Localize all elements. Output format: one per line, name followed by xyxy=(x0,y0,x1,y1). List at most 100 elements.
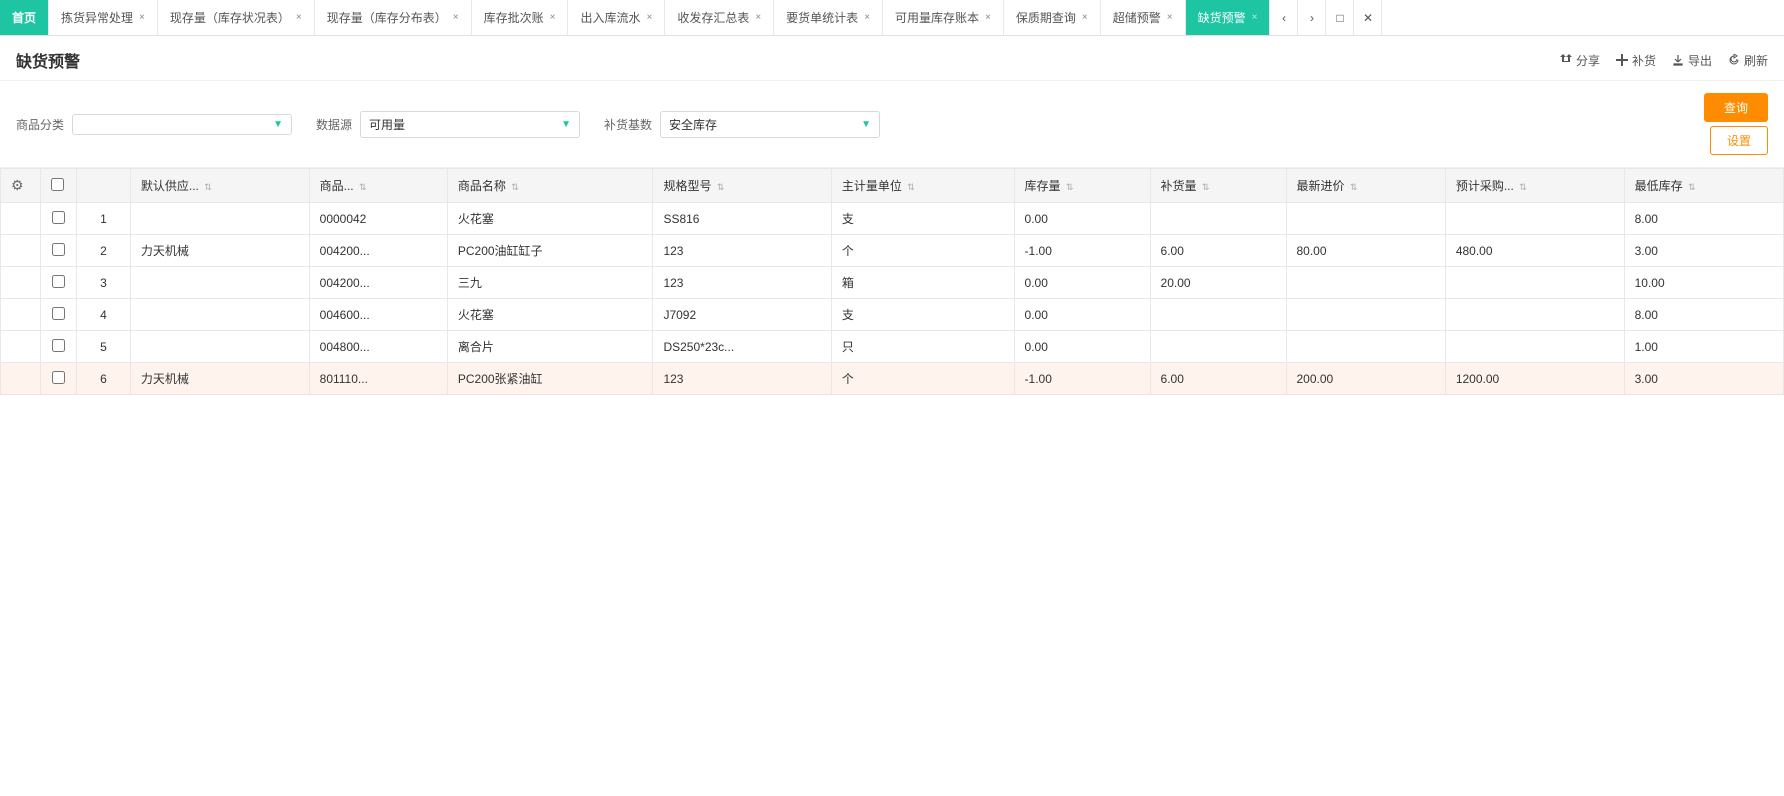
tab-prev-button[interactable]: ‹ xyxy=(1270,0,1298,35)
sort-icon-stock: ⇅ xyxy=(1066,182,1074,192)
th-unit[interactable]: 主计量单位 ⇅ xyxy=(831,169,1014,203)
tab-9[interactable]: 保质期查询 × xyxy=(1004,0,1101,35)
row-checkbox-cell[interactable] xyxy=(41,299,77,331)
row-checkbox-cell[interactable] xyxy=(41,203,77,235)
th-replenish[interactable]: 补货量 ⇅ xyxy=(1150,169,1286,203)
row-code: 004800... xyxy=(309,331,447,363)
row-latest-price xyxy=(1286,331,1445,363)
tab-label-11: 缺货预警 xyxy=(1198,9,1246,26)
select-all-checkbox[interactable] xyxy=(51,178,64,191)
row-estimated xyxy=(1445,267,1624,299)
row-code: 801110... xyxy=(309,363,447,395)
th-replenish-label: 补货量 xyxy=(1161,179,1197,193)
close-icon-3[interactable]: × xyxy=(453,12,459,23)
row-replenish xyxy=(1150,299,1286,331)
row-checkbox[interactable] xyxy=(52,243,65,256)
row-spec: J7092 xyxy=(653,299,831,331)
filter-area: 商品分类 ▼ 数据源 可用量 ▼ 补货基数 安全库存 ▼ 查询 设置 xyxy=(0,81,1784,168)
row-supplier xyxy=(130,203,309,235)
filter-datasource-select[interactable]: 可用量 ▼ xyxy=(360,111,580,138)
sort-icon-estimated: ⇅ xyxy=(1519,182,1527,192)
row-estimated xyxy=(1445,299,1624,331)
close-icon-11[interactable]: × xyxy=(1252,12,1258,23)
filter-category-select[interactable]: ▼ xyxy=(72,114,292,135)
row-supplier xyxy=(130,299,309,331)
tab-11[interactable]: 缺货预警 × xyxy=(1186,0,1271,35)
tab-3[interactable]: 现存量（库存分布表） × xyxy=(315,0,472,35)
th-latest-price[interactable]: 最新进价 ⇅ xyxy=(1286,169,1445,203)
row-checkbox[interactable] xyxy=(52,339,65,352)
close-icon-10[interactable]: × xyxy=(1167,12,1173,23)
sort-icon-replenish: ⇅ xyxy=(1202,182,1210,192)
close-icon-4[interactable]: × xyxy=(550,12,556,23)
share-icon xyxy=(1560,54,1572,66)
filter-replenish-value: 安全库存 xyxy=(669,116,717,133)
export-button[interactable]: 导出 xyxy=(1672,52,1712,69)
row-checkbox-cell[interactable] xyxy=(41,331,77,363)
row-spec: 123 xyxy=(653,363,831,395)
row-checkbox[interactable] xyxy=(52,211,65,224)
row-min-stock: 3.00 xyxy=(1624,235,1783,267)
query-button[interactable]: 查询 xyxy=(1704,93,1768,122)
th-name[interactable]: 商品名称 ⇅ xyxy=(447,169,653,203)
row-code: 0000042 xyxy=(309,203,447,235)
settings-button[interactable]: 设置 xyxy=(1710,126,1768,155)
tab-10[interactable]: 超储预警 × xyxy=(1101,0,1186,35)
tab-4[interactable]: 库存批次账 × xyxy=(472,0,569,35)
row-spec: 123 xyxy=(653,267,831,299)
row-spec: SS816 xyxy=(653,203,831,235)
th-min-stock[interactable]: 最低库存 ⇅ xyxy=(1624,169,1783,203)
row-replenish: 20.00 xyxy=(1150,267,1286,299)
th-estimated[interactable]: 预计采购... ⇅ xyxy=(1445,169,1624,203)
row-unit: 只 xyxy=(831,331,1014,363)
row-checkbox-cell[interactable] xyxy=(41,363,77,395)
row-name: PC200油缸缸子 xyxy=(447,235,653,267)
close-icon-5[interactable]: × xyxy=(646,12,652,23)
row-checkbox[interactable] xyxy=(52,275,65,288)
filter-group-replenish: 补货基数 安全库存 ▼ xyxy=(604,111,880,138)
tab-close-all-button[interactable]: ✕ xyxy=(1354,0,1382,35)
gear-icon[interactable]: ⚙ xyxy=(11,177,24,193)
th-stock[interactable]: 库存量 ⇅ xyxy=(1014,169,1150,203)
row-index: 4 xyxy=(77,299,131,331)
close-icon-8[interactable]: × xyxy=(985,12,991,23)
tab-7[interactable]: 要货单统计表 × xyxy=(774,0,883,35)
close-icon-9[interactable]: × xyxy=(1082,12,1088,23)
th-stock-label: 库存量 xyxy=(1025,179,1061,193)
refresh-button[interactable]: 刷新 xyxy=(1728,52,1768,69)
row-checkbox[interactable] xyxy=(52,371,65,384)
row-checkbox-cell[interactable] xyxy=(41,267,77,299)
tab-2[interactable]: 现存量（库存状况表） × xyxy=(158,0,315,35)
th-checkbox xyxy=(41,169,77,203)
row-checkbox[interactable] xyxy=(52,307,65,320)
row-stock: 0.00 xyxy=(1014,203,1150,235)
tab-5[interactable]: 出入库流水 × xyxy=(568,0,665,35)
tab-home[interactable]: 首页 xyxy=(0,0,49,35)
chevron-down-icon: ▼ xyxy=(273,119,283,130)
th-settings[interactable]: ⚙ xyxy=(1,169,41,203)
replenish-button[interactable]: 补货 xyxy=(1616,52,1656,69)
filter-replenish-label: 补货基数 xyxy=(604,116,652,133)
th-code[interactable]: 商品... ⇅ xyxy=(309,169,447,203)
th-supplier[interactable]: 默认供应... ⇅ xyxy=(130,169,309,203)
tab-6[interactable]: 收发存汇总表 × xyxy=(665,0,774,35)
close-icon-7[interactable]: × xyxy=(864,12,870,23)
th-name-label: 商品名称 xyxy=(458,179,506,193)
tab-next-button[interactable]: › xyxy=(1298,0,1326,35)
close-icon-1[interactable]: × xyxy=(139,12,145,23)
row-replenish xyxy=(1150,331,1286,363)
share-button[interactable]: 分享 xyxy=(1560,52,1600,69)
chevron-down-icon-2: ▼ xyxy=(561,119,571,130)
table-row: 4 004600... 火花塞 J7092 支 0.00 8.00 xyxy=(1,299,1784,331)
filter-replenish-select[interactable]: 安全库存 ▼ xyxy=(660,111,880,138)
row-spec: 123 xyxy=(653,235,831,267)
tab-restore-button[interactable]: □ xyxy=(1326,0,1354,35)
row-stock: 0.00 xyxy=(1014,331,1150,363)
row-latest-price xyxy=(1286,203,1445,235)
tab-8[interactable]: 可用量库存账本 × xyxy=(883,0,1004,35)
tab-1[interactable]: 拣货异常处理 × xyxy=(49,0,158,35)
th-spec[interactable]: 规格型号 ⇅ xyxy=(653,169,831,203)
close-icon-2[interactable]: × xyxy=(296,12,302,23)
close-icon-6[interactable]: × xyxy=(755,12,761,23)
row-checkbox-cell[interactable] xyxy=(41,235,77,267)
